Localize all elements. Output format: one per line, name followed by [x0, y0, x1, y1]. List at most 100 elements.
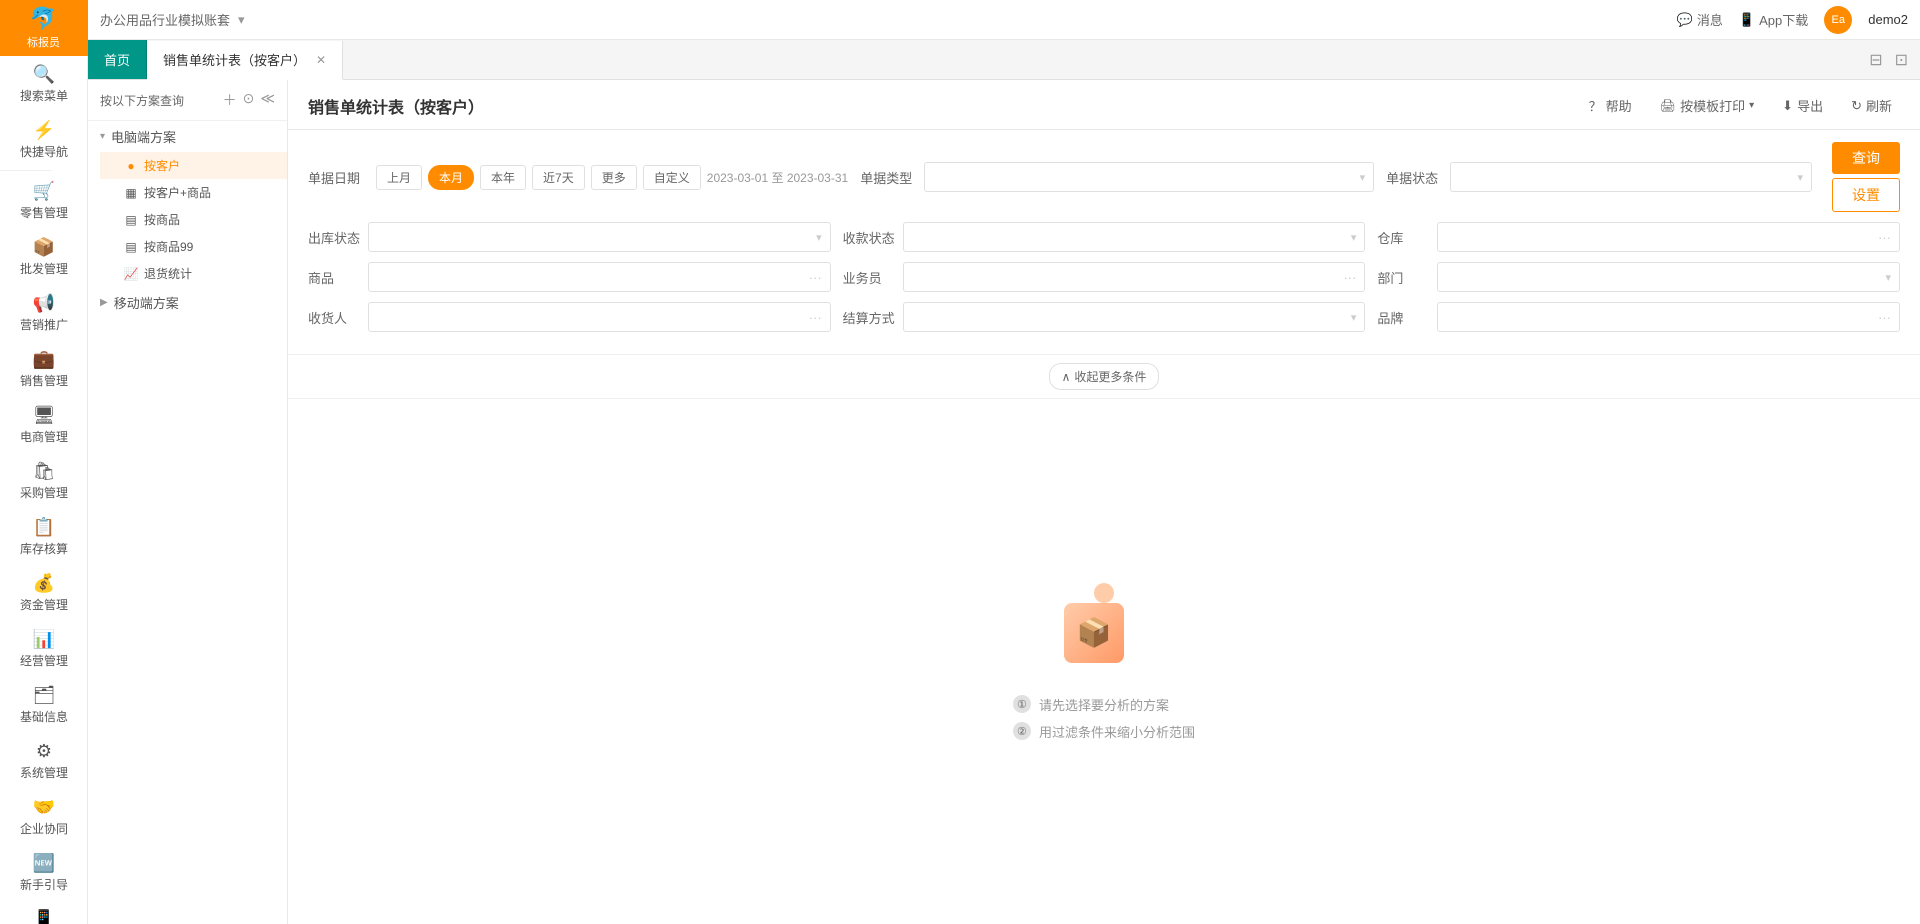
refresh-btn[interactable]: ↻ 刷新 [1843, 92, 1900, 119]
goods-input[interactable]: ··· [368, 262, 831, 292]
expand-icon-mobile: ▶ [100, 297, 108, 308]
sidebar-item-label: 资金管理 [20, 596, 68, 613]
date-btn-this-month[interactable]: 本月 [428, 165, 474, 190]
out-status-select[interactable]: ▾ [368, 222, 831, 252]
scheme-by-customer-goods[interactable]: ▦ 按客户+商品 [100, 179, 287, 206]
sidebar-item-label: 零售管理 [20, 204, 68, 221]
settings-scheme-icon[interactable]: ⊙ [243, 90, 255, 110]
expand-icon: ▾ [100, 131, 105, 142]
sidebar-item-finance[interactable]: 💰 资金管理 [0, 565, 87, 621]
divider [0, 170, 52, 171]
tabbar-btns: ⊟ ⊡ [1865, 40, 1920, 79]
goods-dots-icon: ··· [809, 270, 822, 285]
status-label: 单据状态 [1386, 168, 1442, 187]
date-btn-more[interactable]: 更多 [591, 165, 637, 190]
type-select[interactable]: ▾ [924, 162, 1374, 192]
sidebar-item-sales[interactable]: 💼 销售管理 [0, 341, 87, 397]
sidebar-item-retail[interactable]: 🛒 零售管理 [0, 173, 87, 229]
warehouse-input[interactable]: ··· [1437, 222, 1900, 252]
basic-info-icon: 🗂 [33, 685, 56, 706]
avatar[interactable]: Ea [1824, 6, 1852, 34]
scheme-by-goods-99[interactable]: ▤ 按商品99 [100, 233, 287, 260]
date-btn-last-month[interactable]: 上月 [376, 165, 422, 190]
scheme-group-desktop[interactable]: ▾ 电脑端方案 [88, 121, 287, 152]
filter-receiver: 收货人 ··· [308, 302, 831, 332]
filter-row-2: 出库状态 ▾ 收款状态 ▾ 仓库 [308, 222, 1900, 252]
tab-close-icon[interactable]: ✕ [316, 53, 326, 67]
payment-status-select[interactable]: ▾ [903, 222, 1366, 252]
salesperson-input[interactable]: ··· [903, 262, 1366, 292]
salesperson-label: 业务员 [843, 268, 895, 287]
status-select[interactable]: ▾ [1450, 162, 1812, 192]
receiver-input[interactable]: ··· [368, 302, 831, 332]
scheme-by-goods[interactable]: ▤ 按商品 [100, 206, 287, 233]
app-download-label: App下载 [1759, 10, 1808, 29]
date-btn-last-7[interactable]: 近7天 [532, 165, 585, 190]
sidebar-item-label: 批发管理 [20, 260, 68, 277]
scheme-return-stats-label: 退货统计 [144, 265, 192, 282]
wholesale-icon: 📦 [33, 237, 55, 258]
scheme-group-mobile-label: 移动端方案 [114, 293, 179, 312]
customer-icon: ● [124, 159, 138, 173]
guide-icon: 🆕 [33, 853, 55, 874]
operations-icon: 📊 [33, 629, 55, 650]
settlement-select[interactable]: ▾ [903, 302, 1366, 332]
empty-box-icon: 📦 [1064, 603, 1124, 663]
empty-illustration: 📦 [1044, 583, 1164, 683]
sidebar-item-basic-info[interactable]: 🗂 基础信息 [0, 677, 87, 733]
tab-report[interactable]: 销售单统计表（按客户） ✕ [147, 41, 343, 80]
collapse-panel-icon[interactable]: ≪ [260, 90, 275, 110]
dropdown-arrow-icon[interactable]: ▾ [238, 12, 245, 28]
sidebar-item-app-center[interactable]: 📱 应用中心 [0, 901, 87, 924]
help-label: 帮助 [1606, 96, 1632, 115]
query-button[interactable]: 查询 [1832, 142, 1900, 174]
filter-department: 部门 ▾ [1377, 262, 1900, 292]
type-select-arrow-icon: ▾ [1360, 171, 1366, 184]
sidebar-item-marketing[interactable]: 📢 营销推广 [0, 285, 87, 341]
export-btn[interactable]: ⬇ 导出 [1774, 92, 1831, 119]
tab-report-label: 销售单统计表（按客户） [163, 50, 306, 69]
settings-button[interactable]: 设置 [1832, 178, 1900, 212]
sidebar-item-label: 电商管理 [20, 428, 68, 445]
right-panel: 销售单统计表（按客户） ？ 帮助 🖨 按模板打印 ▾ ⬇ [288, 80, 1920, 924]
app-download-action[interactable]: 📱 App下载 [1739, 10, 1808, 29]
department-select[interactable]: ▾ [1437, 262, 1900, 292]
scheme-group-desktop-label: 电脑端方案 [111, 127, 176, 146]
scheme-return-stats[interactable]: 📈 退货统计 [100, 260, 287, 287]
status-cell: 单据状态 ▾ 查询 设置 [1386, 142, 1900, 212]
scheme-by-goods-99-label: 按商品99 [144, 238, 193, 255]
collapse-up-icon: ∧ [1062, 370, 1071, 384]
tab-maximize-btn[interactable]: ⊡ [1891, 50, 1912, 70]
hint-text-1: 请先选择要分析的方案 [1039, 695, 1169, 714]
sales-icon: 💼 [33, 349, 55, 370]
date-btn-this-year[interactable]: 本年 [480, 165, 526, 190]
sidebar-item-ecommerce[interactable]: 🖥 电商管理 [0, 397, 87, 453]
scheme-by-customer[interactable]: ● 按客户 [100, 152, 287, 179]
brand-input[interactable]: ··· [1437, 302, 1900, 332]
goods99-icon: ▤ [124, 240, 138, 254]
sidebar-item-system[interactable]: ⚙ 系统管理 [0, 733, 87, 789]
date-group: 上月 本月 本年 近7天 更多 自定义 2023-03-01 至 2023-03… [376, 165, 848, 190]
tab-minimize-btn[interactable]: ⊟ [1865, 50, 1886, 70]
logo-icon: 🐬 [30, 6, 57, 32]
sidebar-item-guide[interactable]: 🆕 新手引导 [0, 845, 87, 901]
date-btn-custom[interactable]: 自定义 [643, 165, 701, 190]
sidebar-item-quick-nav[interactable]: ⚡ 快捷导航 [0, 112, 87, 168]
sidebar-item-enterprise[interactable]: 🤝 企业协同 [0, 789, 87, 845]
username: demo2 [1868, 12, 1908, 27]
print-btn[interactable]: 🖨 按模板打印 ▾ [1652, 92, 1763, 119]
page-header-actions: ？ 帮助 🖨 按模板打印 ▾ ⬇ 导出 ↻ [1581, 92, 1900, 119]
sidebar-item-inventory[interactable]: 📋 库存核算 [0, 509, 87, 565]
help-btn[interactable]: ？ 帮助 [1581, 92, 1640, 119]
sidebar-item-operations[interactable]: 📊 经营管理 [0, 621, 87, 677]
scheme-group-mobile[interactable]: ▶ 移动端方案 [88, 287, 287, 318]
sidebar-item-purchase[interactable]: 🛍 采购管理 [0, 453, 87, 509]
refresh-icon: ↻ [1851, 98, 1862, 114]
sidebar-item-wholesale[interactable]: 📦 批发管理 [0, 229, 87, 285]
add-scheme-icon[interactable]: ＋ [223, 90, 237, 110]
collapse-button[interactable]: ∧ 收起更多条件 [1049, 363, 1160, 390]
system-icon: ⚙ [36, 741, 52, 762]
sidebar-item-search[interactable]: 🔍 搜索菜单 [0, 56, 87, 112]
tab-home[interactable]: 首页 [88, 40, 147, 79]
message-action[interactable]: 💬 消息 [1677, 10, 1723, 29]
